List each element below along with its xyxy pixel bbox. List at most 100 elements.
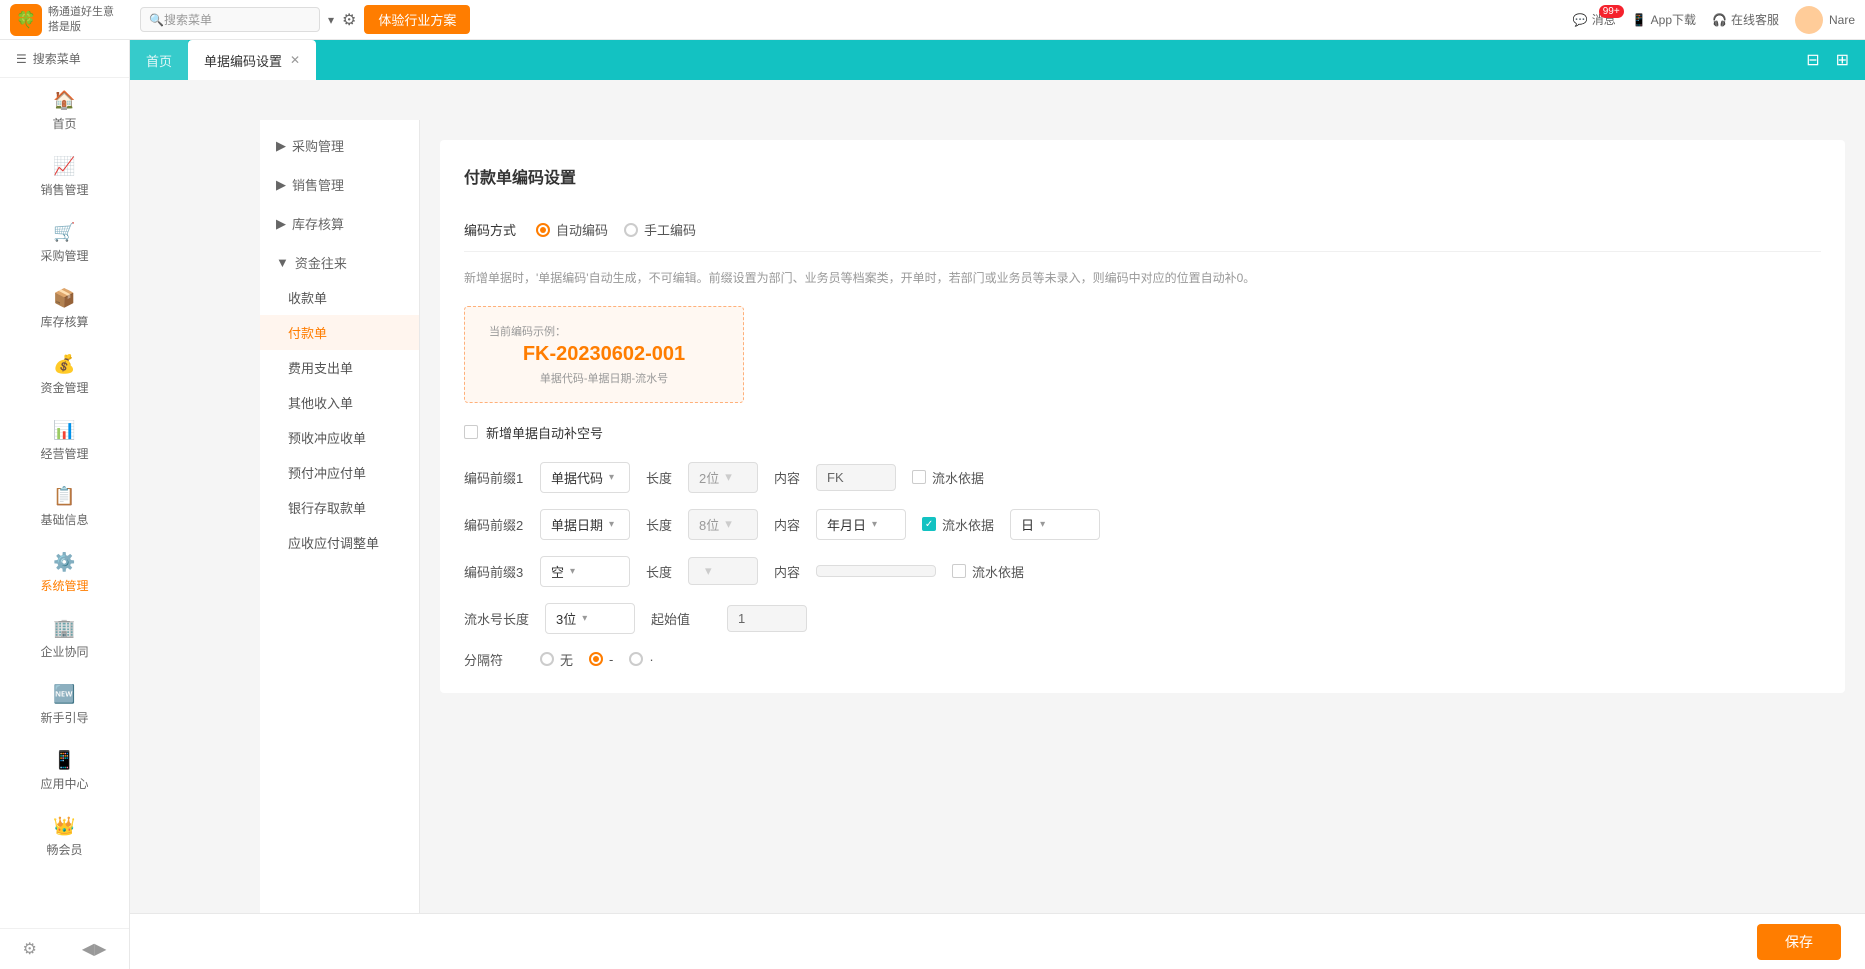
sub-item-payment[interactable]: 付款单 <box>260 315 419 350</box>
serial1-checkbox[interactable]: 流水依据 <box>912 468 984 487</box>
sidebar-item-purchase-label: 采购管理 <box>40 247 88 264</box>
search-icon-sidebar: ☰ <box>16 52 27 66</box>
content2-select[interactable]: 年月日 ▾ <box>816 509 906 540</box>
serial-len-select[interactable]: 3位 ▾ <box>545 603 635 634</box>
len1-box: 2位 ▾ <box>688 462 758 493</box>
tab-home-label: 首页 <box>146 51 172 70</box>
sidebar-item-system[interactable]: ⚙️ 系统管理 <box>0 540 129 606</box>
serial3-checkbox[interactable]: 流水依据 <box>952 562 1024 581</box>
sep-none-label: 无 <box>560 650 573 669</box>
sidebar-item-basic[interactable]: 📋 基础信息 <box>0 474 129 540</box>
sub-group-sales-header[interactable]: ▶ 销售管理 <box>260 167 419 202</box>
content-card: 付款单编码设置 编码方式 自动编码 手工编码 <box>440 140 1845 693</box>
sep-dash-dot <box>589 652 603 666</box>
serial1-checkbox-box[interactable] <box>912 470 926 484</box>
sep-other-radio[interactable]: · <box>629 652 653 667</box>
encoding-mode-label: 编码方式 <box>464 220 516 239</box>
serial-len-arrow-icon: ▾ <box>582 613 587 624</box>
message-badge[interactable]: 💬 消息 99+ <box>1573 11 1616 28</box>
prefix3-row: 编码前缀3 空 ▾ 长度 ▾ 内容 流水依据 <box>464 556 1821 587</box>
serial2-label: 流水依据 <box>942 515 994 534</box>
radio-manual-label: 手工编码 <box>644 220 696 239</box>
chevron-down-icon: ▼ <box>276 255 289 270</box>
sidebar-item-sales[interactable]: 📈 销售管理 <box>0 144 129 210</box>
enterprise-icon: 🏢 <box>53 618 75 639</box>
radio-auto[interactable]: 自动编码 <box>536 220 608 239</box>
sidebar-item-operation-label: 经营管理 <box>40 445 88 462</box>
sub-group-capital: ▼ 资金往来 收款单 付款单 费用支出单 其他收入单 预收冲应收单 预付冲应付单… <box>260 245 419 560</box>
trial-button[interactable]: 体验行业方案 <box>364 5 470 34</box>
prefix2-select[interactable]: 单据日期 ▾ <box>540 509 630 540</box>
search-icon: 🔍 <box>149 13 164 27</box>
sub-group-purchase-header[interactable]: ▶ 采购管理 <box>260 128 419 163</box>
sep-other-dot <box>629 652 643 666</box>
auto-fill-label: 新增单据自动补空号 <box>486 423 603 442</box>
sidebar-item-guide-label: 新手引导 <box>40 709 88 726</box>
sidebar-item-purchase[interactable]: 🛒 采购管理 <box>0 210 129 276</box>
prefix1-select[interactable]: 单据代码 ▾ <box>540 462 630 493</box>
sub-item-pre-receive[interactable]: 预收冲应收单 <box>260 420 419 455</box>
sub-group-inventory-header[interactable]: ▶ 库存核算 <box>260 206 419 241</box>
sub-item-bank[interactable]: 银行存取款单 <box>260 490 419 525</box>
download-icon: 📱 <box>1632 13 1647 27</box>
sidebar-item-operation[interactable]: 📊 经营管理 <box>0 408 129 474</box>
radio-manual[interactable]: 手工编码 <box>624 220 696 239</box>
sidebar-item-enterprise[interactable]: 🏢 企业协同 <box>0 606 129 672</box>
serial2-period-select[interactable]: 日 ▾ <box>1010 509 1100 540</box>
serial2-checkbox[interactable]: ✓ 流水依据 <box>922 515 994 534</box>
start-value[interactable]: 1 <box>727 605 807 632</box>
search-box[interactable]: 🔍 搜索菜单 <box>140 7 320 32</box>
sidebar-item-basic-label: 基础信息 <box>40 511 88 528</box>
serial2-checkbox-checked[interactable]: ✓ <box>922 517 936 531</box>
serial3-checkbox-box[interactable] <box>952 564 966 578</box>
headset-icon: 🎧 <box>1712 13 1727 27</box>
save-button[interactable]: 保存 <box>1757 924 1841 960</box>
sidebar-settings-button[interactable]: ⚙ <box>23 939 37 959</box>
sub-group-capital-header[interactable]: ▼ 资金往来 <box>260 245 419 280</box>
gear-button[interactable]: ⚙ <box>342 10 356 30</box>
sidebar-item-finance[interactable]: 💰 资金管理 <box>0 342 129 408</box>
logo-text: 畅通道好生意 搭是版 <box>48 5 114 34</box>
sub-item-other-income[interactable]: 其他收入单 <box>260 385 419 420</box>
encoding-mode-section: 编码方式 自动编码 手工编码 <box>464 208 1821 252</box>
online-service[interactable]: 🎧 在线客服 <box>1712 11 1779 28</box>
tab-bar: 首页 单据编码设置 ✕ ⊟ ⊞ <box>130 40 1865 80</box>
logo-icon: 🍀 <box>10 4 42 36</box>
tab-home[interactable]: 首页 <box>130 40 188 80</box>
content2-arrow-icon: ▾ <box>872 519 877 530</box>
top-header: 🍀 畅通道好生意 搭是版 🔍 搜索菜单 ▾ ⚙ 体验行业方案 💬 消息 99+ … <box>0 0 1865 40</box>
serial2-period-value: 日 <box>1021 515 1034 534</box>
tab-minimize-button[interactable]: ⊟ <box>1802 46 1823 74</box>
tab-close-icon[interactable]: ✕ <box>290 53 300 67</box>
sub-item-receipt[interactable]: 收款单 <box>260 280 419 315</box>
user-info[interactable]: Nare <box>1795 6 1855 34</box>
logo-area: 🍀 畅通道好生意 搭是版 <box>10 4 140 36</box>
radio-auto-label: 自动编码 <box>556 220 608 239</box>
content3-label: 内容 <box>774 562 800 581</box>
sub-item-adjust[interactable]: 应收应付调整单 <box>260 525 419 560</box>
sub-group-purchase: ▶ 采购管理 <box>260 128 419 163</box>
dropdown-button[interactable]: ▾ <box>328 13 334 27</box>
len3-arrow-icon: ▾ <box>705 563 712 579</box>
sep-none-radio[interactable]: 无 <box>540 650 573 669</box>
preview-code: FK-20230602-001 <box>489 343 719 366</box>
sidebar-item-home[interactable]: 🏠 首页 <box>0 78 129 144</box>
tab-maximize-button[interactable]: ⊞ <box>1832 46 1853 74</box>
len2-value: 8位 <box>699 515 719 534</box>
radio-group-encoding: 自动编码 手工编码 <box>536 220 696 239</box>
guide-icon: 🆕 <box>53 684 75 705</box>
sidebar-item-apps[interactable]: 📱 应用中心 <box>0 738 129 804</box>
prefix2-arrow-icon: ▾ <box>609 519 614 530</box>
prefix3-select[interactable]: 空 ▾ <box>540 556 630 587</box>
tab-encoding[interactable]: 单据编码设置 ✕ <box>188 40 316 80</box>
sidebar-collapse-button[interactable]: ◀▶ <box>82 939 107 959</box>
sidebar-item-guide[interactable]: 🆕 新手引导 <box>0 672 129 738</box>
sep-dash-radio[interactable]: - <box>589 652 613 667</box>
app-download[interactable]: 📱 App下载 <box>1632 11 1696 28</box>
sidebar-search[interactable]: ☰ 搜索菜单 <box>0 40 129 78</box>
sub-item-pre-pay[interactable]: 预付冲应付单 <box>260 455 419 490</box>
sidebar-item-inventory[interactable]: 📦 库存核算 <box>0 276 129 342</box>
auto-fill-checkbox[interactable] <box>464 425 478 439</box>
sidebar-item-member[interactable]: 👑 畅会员 <box>0 804 129 870</box>
sub-item-expense[interactable]: 费用支出单 <box>260 350 419 385</box>
